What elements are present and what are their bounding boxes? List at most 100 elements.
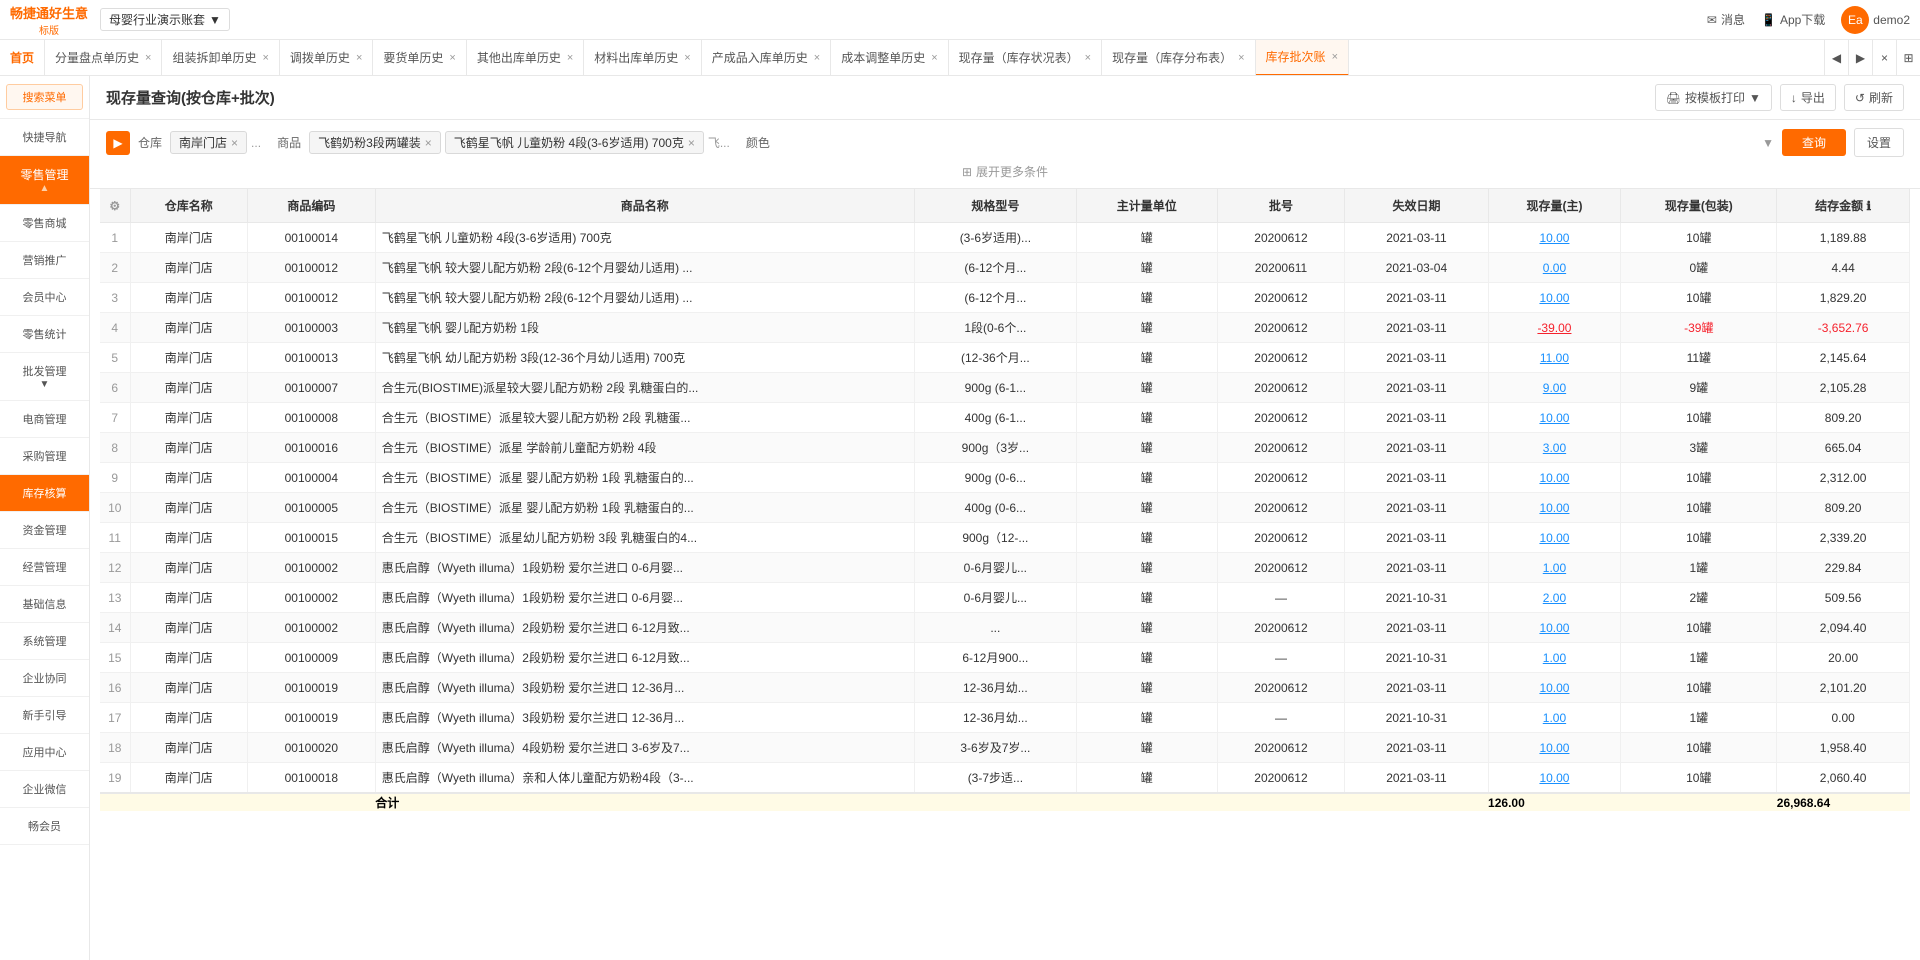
sidebar-item-inventory[interactable]: 库存核算: [0, 475, 89, 512]
warehouse-tag-1[interactable]: 南岸门店 ×: [170, 131, 247, 154]
expand-conditions-btn[interactable]: ⊞ 展开更多条件: [106, 163, 1904, 180]
qty-main-cell[interactable]: 10.00: [1488, 463, 1621, 493]
sidebar-item-finance[interactable]: 资金管理: [0, 512, 89, 549]
sidebar-item-guide[interactable]: 新手引导: [0, 697, 89, 734]
tag-close-icon[interactable]: ×: [231, 136, 238, 150]
export-btn[interactable]: ↓ 导出: [1780, 84, 1836, 111]
tab-1[interactable]: 分量盘点单历史 ×: [45, 40, 162, 76]
product-tag-1[interactable]: 飞鹤奶粉3段两罐装 ×: [309, 131, 441, 154]
col-name-header: 商品名称: [375, 189, 914, 223]
tab-close-icon[interactable]: ×: [356, 52, 362, 64]
qty-main-cell[interactable]: 10.00: [1488, 733, 1621, 763]
sidebar-item-purchase[interactable]: 采购管理: [0, 438, 89, 475]
qty-main-cell[interactable]: 0.00: [1488, 253, 1621, 283]
tab-7[interactable]: 产成品入库单历史 ×: [702, 40, 831, 76]
sidebar-item-operations[interactable]: 经营管理: [0, 549, 89, 586]
qty-main-cell[interactable]: 10.00: [1488, 763, 1621, 794]
tab-close-icon[interactable]: ×: [931, 52, 937, 64]
qty-main-cell[interactable]: 10.00: [1488, 403, 1621, 433]
quick-nav-btn[interactable]: 快捷导航: [0, 123, 89, 151]
product-tag-2[interactable]: 飞鹤星飞帆 儿童奶粉 4段(3-6岁适用) 700克 ×: [445, 131, 704, 154]
tab-6[interactable]: 材料出库单历史 ×: [584, 40, 701, 76]
qty-main-cell[interactable]: 9.00: [1488, 373, 1621, 403]
qty-main-cell[interactable]: 1.00: [1488, 643, 1621, 673]
query-btn[interactable]: 查询: [1782, 129, 1846, 156]
table-row: 14 南岸门店 00100002 惠氏启醇（Wyeth illuma）2段奶粉 …: [100, 613, 1910, 643]
tabbar: 首页 分量盘点单历史 × 组装拆卸单历史 × 调拨单历史 × 要货单历史 × 其…: [0, 40, 1920, 76]
tab-8[interactable]: 成本调整单历史 ×: [831, 40, 948, 76]
sidebar-item-retail-mall[interactable]: 零售商城: [0, 205, 89, 242]
tab-close-icon[interactable]: ×: [145, 52, 151, 64]
sidebar-item-marketing[interactable]: 营销推广: [0, 242, 89, 279]
gear-icon[interactable]: ⚙: [109, 199, 120, 213]
message-btn[interactable]: ✉ 消息: [1707, 11, 1745, 28]
tab-home[interactable]: 首页: [0, 40, 45, 76]
tab-10[interactable]: 现存量（库存分布表） ×: [1102, 40, 1255, 76]
tab-9[interactable]: 现存量（库存状况表） ×: [949, 40, 1102, 76]
sidebar-item-collab[interactable]: 企业协同: [0, 660, 89, 697]
warehouse-tags: 南岸门店 × ...: [170, 131, 261, 154]
company-dropdown[interactable]: 母婴行业演示账套 ▼: [100, 8, 230, 31]
warehouse-filter-label: 仓库: [138, 134, 162, 151]
sidebar-item-retail-stats[interactable]: 零售统计: [0, 316, 89, 353]
refresh-btn[interactable]: ↺ 刷新: [1844, 84, 1904, 111]
qty-main-cell[interactable]: 10.00: [1488, 673, 1621, 703]
tab-menu-btn[interactable]: ⊞: [1896, 40, 1920, 76]
tab-close-icon[interactable]: ×: [449, 52, 455, 64]
tab-11[interactable]: 库存批次账 ×: [1256, 40, 1349, 76]
qty-main-cell[interactable]: 11.00: [1488, 343, 1621, 373]
col-code-header: 商品编码: [247, 189, 375, 223]
qty-main-cell[interactable]: 10.00: [1488, 283, 1621, 313]
expand-icon: ⊞: [962, 165, 972, 179]
tab-5[interactable]: 其他出库单历史 ×: [467, 40, 584, 76]
user-avatar-area[interactable]: Ea demo2: [1841, 6, 1910, 34]
tab-close-icon[interactable]: ×: [262, 52, 268, 64]
table-row: 1 南岸门店 00100014 飞鹤星飞帆 儿童奶粉 4段(3-6岁适用) 70…: [100, 223, 1910, 253]
tab-2[interactable]: 组装拆卸单历史 ×: [162, 40, 279, 76]
tab-close-icon[interactable]: ×: [1332, 51, 1338, 63]
tag-close-icon[interactable]: ×: [688, 136, 695, 150]
search-menu-btn[interactable]: 搜索菜单: [6, 84, 83, 110]
qty-main-cell[interactable]: 2.00: [1488, 583, 1621, 613]
qty-main-cell[interactable]: 10.00: [1488, 223, 1621, 253]
qty-main-cell[interactable]: 1.00: [1488, 703, 1621, 733]
qty-main-cell[interactable]: -39.00: [1488, 313, 1621, 343]
app-download-btn[interactable]: 📱 App下载: [1761, 11, 1825, 28]
qty-main-cell[interactable]: 10.00: [1488, 493, 1621, 523]
qty-main-cell[interactable]: 3.00: [1488, 433, 1621, 463]
tab-4[interactable]: 要货单历史 ×: [373, 40, 466, 76]
tab-close-icon[interactable]: ×: [684, 52, 690, 64]
qty-main-cell[interactable]: 10.00: [1488, 523, 1621, 553]
inventory-table: ⚙ 仓库名称 商品编码 商品名称 规格型号 主计量单位 批号 失效日期 现存量(…: [100, 189, 1910, 811]
sidebar-item-member2[interactable]: 畅会员: [0, 808, 89, 845]
table-row: 3 南岸门店 00100012 飞鹤星飞帆 较大婴儿配方奶粉 2段(6-12个月…: [100, 283, 1910, 313]
tab-prev-btn[interactable]: ◀: [1824, 40, 1848, 76]
sidebar-item-enterprise-wechat[interactable]: 企业微信: [0, 771, 89, 808]
table-row: 2 南岸门店 00100012 飞鹤星飞帆 较大婴儿配方奶粉 2段(6-12个月…: [100, 253, 1910, 283]
tab-close-all-btn[interactable]: ×: [1872, 40, 1896, 76]
filter-area: ▶ 仓库 南岸门店 × ... 商品 飞鹤奶粉3段两罐装 × 飞: [90, 120, 1920, 189]
col-warehouse-header: 仓库名称: [130, 189, 247, 223]
tab-close-icon[interactable]: ×: [814, 52, 820, 64]
tab-close-icon[interactable]: ×: [1085, 52, 1091, 64]
sidebar-item-member[interactable]: 会员中心: [0, 279, 89, 316]
sidebar-item-retail-mgmt[interactable]: 零售管理 ▲: [0, 156, 89, 205]
tab-3[interactable]: 调拨单历史 ×: [280, 40, 373, 76]
sidebar-item-wholesale[interactable]: 批发管理 ▼: [0, 353, 89, 401]
filter-arrow-btn[interactable]: ▶: [106, 131, 130, 155]
table-row: 4 南岸门店 00100003 飞鹤星飞帆 婴儿配方奶粉 1段 1段(0-6个.…: [100, 313, 1910, 343]
qty-main-cell[interactable]: 10.00: [1488, 613, 1621, 643]
print-btn[interactable]: 🖨 按模板打印 ▼: [1655, 84, 1772, 111]
sidebar-item-basic-info[interactable]: 基础信息: [0, 586, 89, 623]
tab-next-btn[interactable]: ▶: [1848, 40, 1872, 76]
tab-close-icon[interactable]: ×: [567, 52, 573, 64]
footer-qty-main: 126.00: [1488, 793, 1621, 811]
sidebar-item-app-center[interactable]: 应用中心: [0, 734, 89, 771]
tab-close-icon[interactable]: ×: [1238, 52, 1244, 64]
sidebar-item-system[interactable]: 系统管理: [0, 623, 89, 660]
qty-main-cell[interactable]: 1.00: [1488, 553, 1621, 583]
settings-btn[interactable]: 设置: [1854, 128, 1904, 157]
tag-close-icon[interactable]: ×: [425, 136, 432, 150]
sidebar-item-ecommerce[interactable]: 电商管理: [0, 401, 89, 438]
filter-row: ▶ 仓库 南岸门店 × ... 商品 飞鹤奶粉3段两罐装 × 飞: [106, 128, 1904, 157]
